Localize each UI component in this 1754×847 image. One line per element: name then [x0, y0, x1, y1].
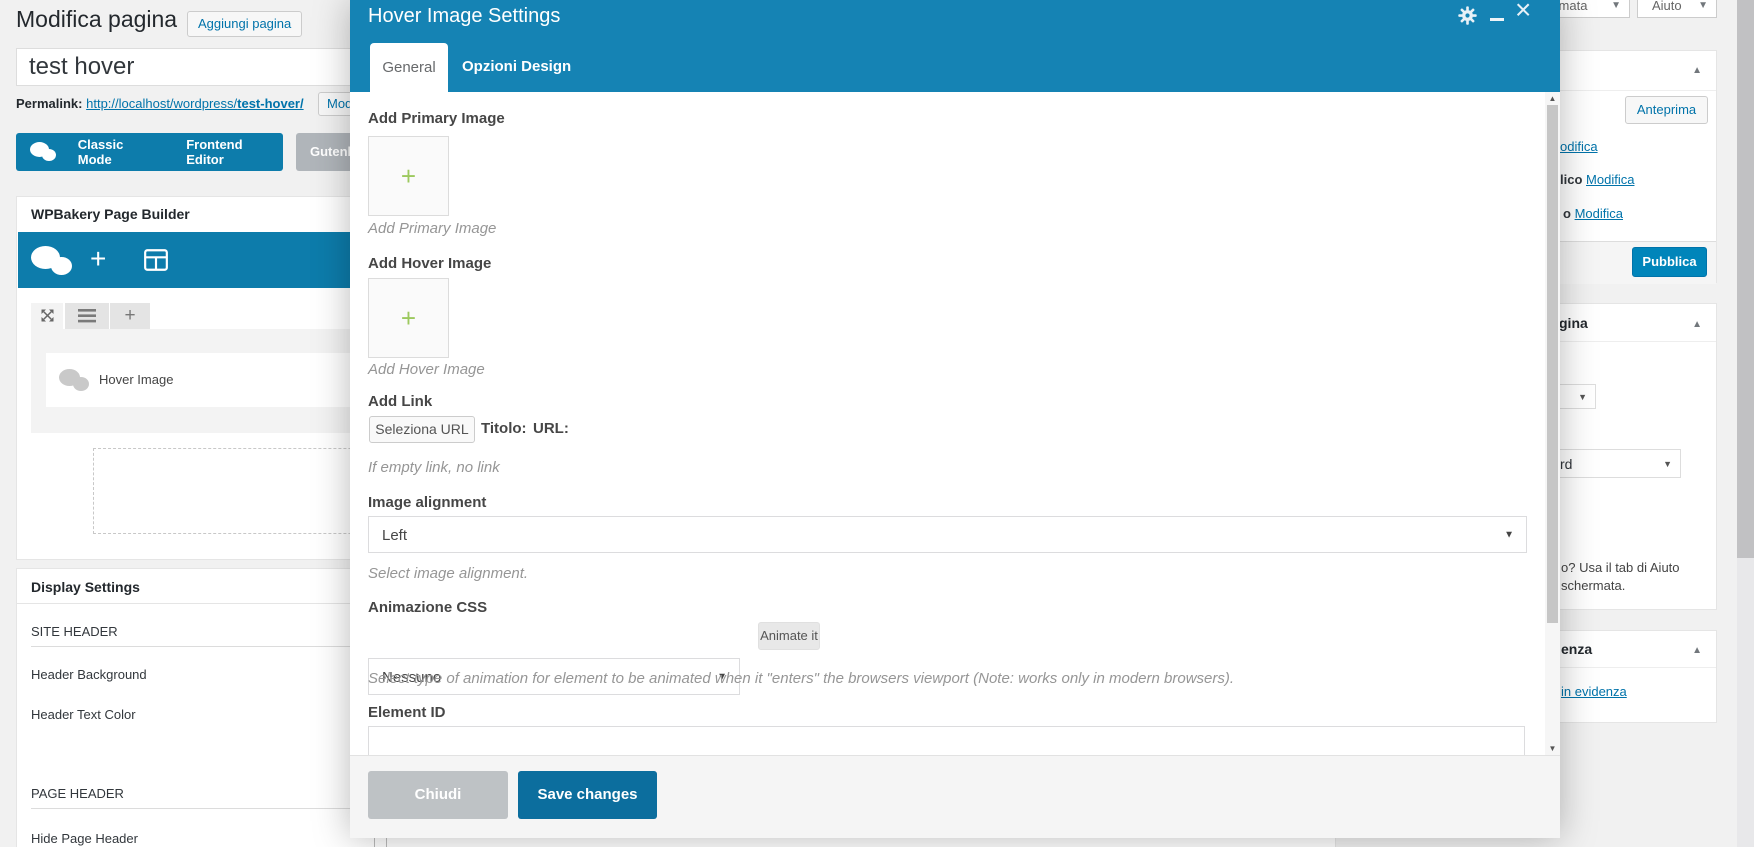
hide-page-header-label: Hide Page Header	[31, 831, 138, 846]
animazione-css-help: Select type of animation for element to …	[368, 670, 1235, 687]
modal-content: Add Primary Image + Add Primary Image Ad…	[350, 92, 1560, 755]
collapse-icon[interactable]: ▲	[1692, 319, 1702, 330]
schedule-value: o	[1563, 206, 1571, 221]
link-help: If empty link, no link	[368, 459, 500, 476]
animazione-css-label: Animazione CSS	[368, 599, 488, 616]
animate-it-button[interactable]: Animate it	[758, 622, 820, 650]
status-edit-link[interactable]: odifica	[1560, 139, 1598, 154]
wpbakery-logo-icon	[30, 142, 58, 162]
add-hover-image-upload[interactable]: +	[368, 278, 449, 358]
close-button[interactable]: Chiudi	[368, 771, 508, 819]
wpbakery-mode-bar: Classic Mode Frontend Editor	[16, 133, 283, 171]
add-hover-image-help: Add Hover Image	[368, 361, 485, 378]
element-id-value	[369, 738, 381, 755]
classic-mode-button[interactable]: Classic Mode	[78, 137, 160, 167]
tab-general[interactable]: General	[370, 43, 448, 92]
permalink-label: Permalink:	[16, 96, 83, 111]
select-arrow-icon: ▼	[1663, 458, 1672, 469]
chevron-down-icon: ▼	[1698, 0, 1708, 11]
add-row-tab[interactable]: +	[110, 303, 150, 329]
element-card-label: Hover Image	[99, 372, 174, 387]
add-element-icon[interactable]: +	[90, 245, 106, 273]
row-layout-tab[interactable]	[65, 303, 109, 329]
frontend-editor-button[interactable]: Frontend Editor	[186, 137, 283, 167]
modal-scrollbar[interactable]: ▲ ▼	[1545, 92, 1560, 755]
rows-icon	[78, 309, 96, 323]
visibility-edit-link[interactable]: Modifica	[1586, 172, 1634, 187]
add-page-button[interactable]: Aggiungi pagina	[187, 11, 303, 37]
move-arrows-icon	[41, 309, 53, 322]
page-attributes-title: gina	[1559, 315, 1588, 331]
wpbakery-metabox-title: WPBakery Page Builder	[31, 206, 190, 222]
add-primary-image-upload[interactable]: +	[368, 136, 449, 216]
add-hover-image-label: Add Hover Image	[368, 255, 492, 272]
featured-image-title: enza	[1561, 641, 1593, 657]
modal-scrollbar-thumb[interactable]	[1547, 105, 1558, 623]
help-text-line1: o? Usa il tab di Aiuto	[1561, 560, 1680, 575]
permalink: Permalink: http://localhost/wordpress/te…	[16, 96, 304, 111]
element-id-input[interactable]	[368, 726, 1525, 755]
collapse-icon[interactable]: ▲	[1692, 645, 1702, 656]
scroll-up-icon[interactable]: ▲	[1545, 94, 1560, 103]
wpbakery-logo-icon	[31, 246, 75, 276]
collapse-icon[interactable]: ▲	[1692, 65, 1702, 76]
drag-row-tab[interactable]	[31, 303, 63, 329]
site-header-label: SITE HEADER	[31, 624, 118, 639]
minimize-icon[interactable]	[1490, 18, 1504, 21]
add-primary-image-help: Add Primary Image	[368, 220, 497, 237]
image-alignment-value: Left	[382, 527, 408, 544]
modal-title: Hover Image Settings	[368, 5, 561, 27]
page-title: Modifica pagina	[16, 6, 178, 32]
schedule-edit-link[interactable]: Modifica	[1575, 206, 1623, 221]
modal-header: Hover Image Settings × General Opzioni D…	[350, 0, 1560, 92]
publish-button[interactable]: Pubblica	[1632, 247, 1707, 277]
set-featured-image-link[interactable]: in evidenza	[1561, 684, 1627, 699]
gear-icon[interactable]	[1457, 5, 1478, 29]
plus-icon: +	[400, 303, 417, 333]
add-link-label: Add Link	[368, 393, 433, 410]
url-label: URL:	[533, 420, 569, 437]
select-arrow-icon: ▼	[1504, 529, 1514, 540]
help-label: Aiuto	[1652, 0, 1682, 13]
image-alignment-label: Image alignment	[368, 494, 487, 511]
help-text-line2: schermata.	[1561, 578, 1626, 593]
chevron-down-icon: ▼	[1611, 0, 1621, 11]
permalink-url[interactable]: http://localhost/wordpress/	[86, 96, 237, 111]
titolo-label: Titolo:	[481, 420, 527, 437]
save-changes-button[interactable]: Save changes	[518, 771, 657, 819]
select-arrow-icon: ▼	[1578, 391, 1587, 402]
header-text-color-label: Header Text Color	[31, 707, 136, 722]
element-id-label: Element ID	[368, 704, 446, 721]
template-value: rd	[1560, 456, 1573, 472]
permalink-slug[interactable]: test-hover/	[237, 96, 303, 111]
close-icon[interactable]: ×	[1515, 0, 1531, 26]
modal-footer: Chiudi Save changes	[350, 755, 1560, 838]
hover-image-settings-modal: Hover Image Settings × General Opzioni D…	[350, 0, 1560, 838]
wordpress-edit-page-screen: Modifica pagina Aggiungi pagina test hov…	[0, 0, 1754, 847]
wpbakery-logo-icon	[59, 369, 91, 393]
tab-opzioni-design[interactable]: Opzioni Design	[462, 58, 571, 75]
image-alignment-select[interactable]: Left ▼	[368, 516, 1527, 553]
preview-button[interactable]: Anteprima	[1625, 96, 1708, 124]
templates-icon[interactable]	[143, 247, 169, 276]
display-settings-title: Display Settings	[31, 579, 140, 595]
browser-scrollbar[interactable]	[1737, 0, 1754, 847]
visibility-value: lico	[1560, 172, 1583, 187]
scroll-down-icon[interactable]: ▼	[1545, 744, 1560, 753]
help-tab[interactable]: Aiuto ▼	[1637, 0, 1717, 18]
post-title-value: test hover	[29, 53, 135, 80]
select-url-button[interactable]: Seleziona URL	[369, 416, 475, 443]
header-background-label: Header Background	[31, 667, 147, 682]
page-header-label: PAGE HEADER	[31, 786, 124, 801]
add-primary-image-label: Add Primary Image	[368, 110, 505, 127]
plus-icon: +	[400, 161, 417, 191]
browser-scrollbar-thumb[interactable]	[1737, 0, 1754, 558]
image-alignment-help: Select image alignment.	[368, 565, 529, 582]
